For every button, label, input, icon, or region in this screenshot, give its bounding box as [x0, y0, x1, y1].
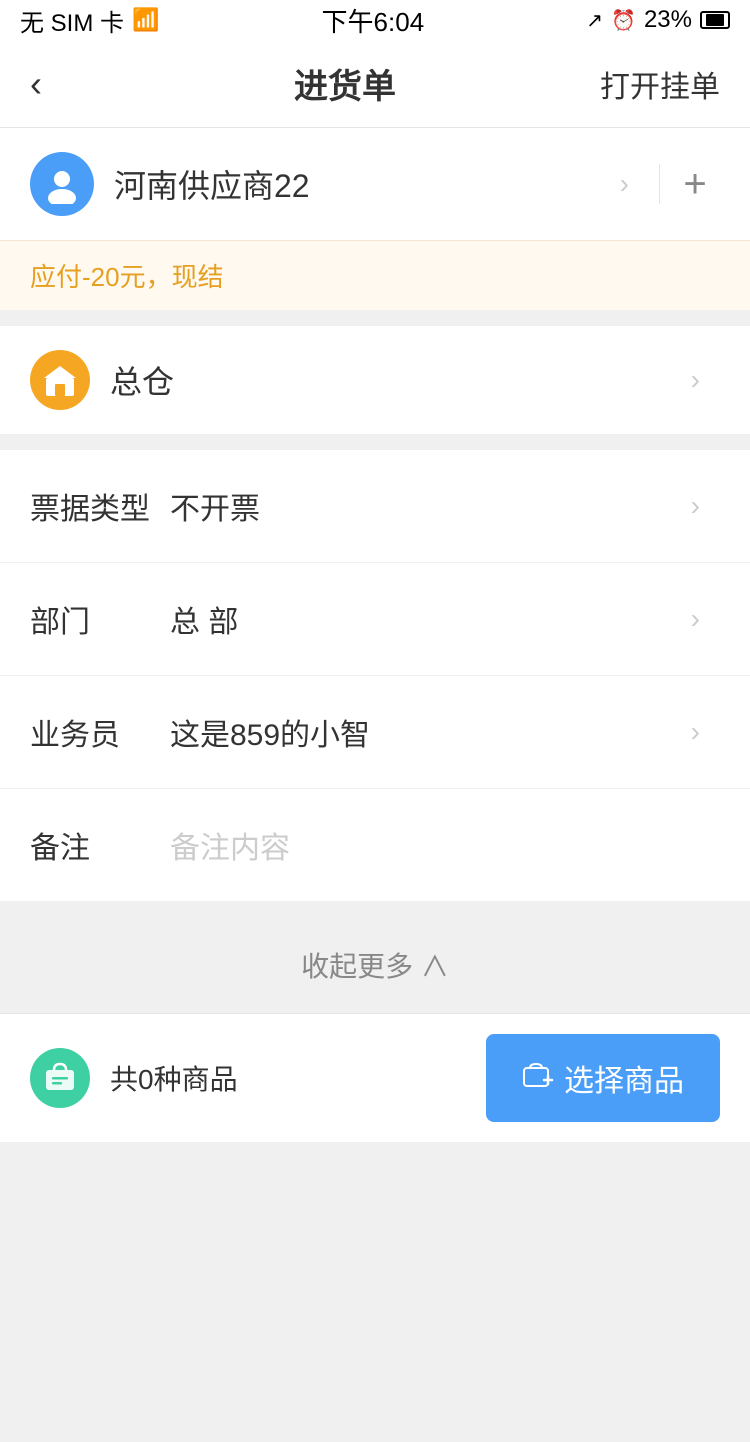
- department-value: 总 部: [150, 597, 691, 641]
- back-button[interactable]: ‹: [30, 63, 90, 105]
- nav-bar: ‹ 进货单 打开挂单: [0, 40, 750, 128]
- warehouse-card: 总仓 ›: [0, 326, 750, 434]
- select-goods-button[interactable]: 选择商品: [486, 1034, 720, 1122]
- invoice-type-row[interactable]: 票据类型 不开票 ›: [0, 450, 750, 563]
- collapse-button[interactable]: 收起更多 ∧: [0, 917, 750, 1013]
- invoice-type-chevron-icon: ›: [691, 490, 700, 522]
- supplier-avatar: [30, 152, 94, 216]
- page-background: [0, 1142, 750, 1442]
- notice-text: 应付-20元，现结: [30, 262, 224, 292]
- battery-text: 23%: [644, 6, 692, 34]
- department-label: 部门: [30, 597, 150, 641]
- warehouse-icon: [30, 350, 90, 410]
- salesperson-row[interactable]: 业务员 这是859的小智 ›: [0, 676, 750, 789]
- remark-row[interactable]: 备注 备注内容: [0, 789, 750, 901]
- page-title: 进货单: [294, 59, 396, 108]
- time-text: 下午6:04: [322, 2, 425, 39]
- warehouse-row[interactable]: 总仓 ›: [0, 326, 750, 434]
- department-chevron-icon: ›: [691, 603, 700, 635]
- status-bar: 无 SIM 卡 📶 下午6:04 ↗ ⏰ 23%: [0, 0, 750, 40]
- add-supplier-button[interactable]: +: [670, 162, 720, 207]
- department-row[interactable]: 部门 总 部 ›: [0, 563, 750, 676]
- goods-icon: [30, 1048, 90, 1108]
- warehouse-name: 总仓: [110, 357, 691, 403]
- goods-count-text: 共0种商品: [110, 1058, 486, 1098]
- open-pending-button[interactable]: 打开挂单: [600, 62, 720, 106]
- carrier-text: 无 SIM 卡: [20, 3, 124, 38]
- salesperson-chevron-icon: ›: [691, 716, 700, 748]
- select-goods-label: 选择商品: [564, 1056, 684, 1100]
- status-left: 无 SIM 卡 📶: [20, 3, 159, 38]
- battery-icon: [700, 11, 730, 29]
- supplier-row[interactable]: 河南供应商22 › +: [0, 128, 750, 240]
- remark-label: 备注: [30, 823, 150, 867]
- warehouse-chevron-icon: ›: [691, 364, 700, 396]
- notice-bar: 应付-20元，现结: [0, 240, 750, 310]
- content-area: 河南供应商22 › + 应付-20元，现结 总仓 › 票据类型 不开票: [0, 128, 750, 1442]
- supplier-card: 河南供应商22 › + 应付-20元，现结: [0, 128, 750, 310]
- supplier-chevron-icon: ›: [620, 168, 629, 200]
- location-icon: ↗: [586, 8, 603, 33]
- alarm-icon: ⏰: [611, 8, 636, 33]
- invoice-type-value: 不开票: [150, 484, 691, 528]
- wifi-icon: 📶: [132, 7, 159, 33]
- invoice-type-label: 票据类型: [30, 484, 150, 528]
- status-right: ↗ ⏰ 23%: [586, 6, 730, 34]
- vertical-divider: [659, 164, 660, 204]
- form-section: 票据类型 不开票 › 部门 总 部 › 业务员 这是859的小智 › 备注 备注…: [0, 450, 750, 901]
- salesperson-label: 业务员: [30, 710, 150, 754]
- remark-input[interactable]: 备注内容: [150, 823, 720, 867]
- salesperson-value: 这是859的小智: [150, 710, 691, 754]
- supplier-name: 河南供应商22: [114, 161, 620, 207]
- bottom-bar: 共0种商品 选择商品: [0, 1013, 750, 1142]
